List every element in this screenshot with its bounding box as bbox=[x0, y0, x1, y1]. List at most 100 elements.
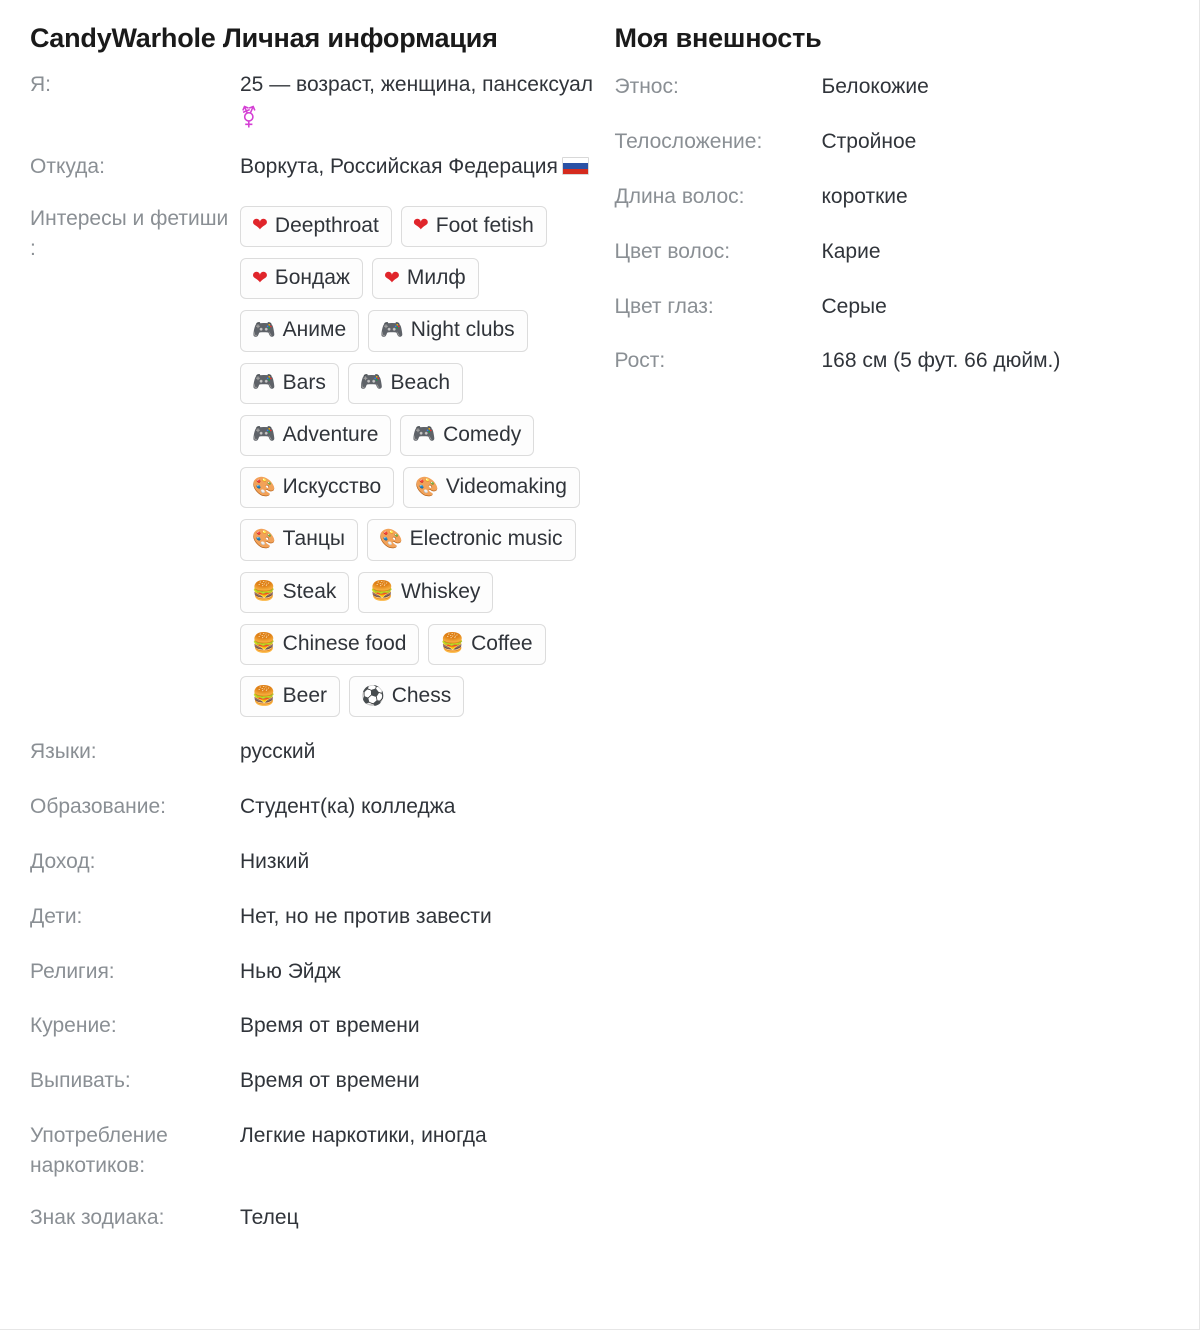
russia-flag-icon bbox=[561, 157, 589, 176]
heart-icon: ❤ bbox=[383, 266, 400, 289]
heart-icon: ❤ bbox=[252, 214, 268, 237]
interest-tag[interactable]: 🍔 Coffee bbox=[428, 623, 546, 666]
interest-tag[interactable]: 🎮 Аниме bbox=[240, 310, 360, 352]
interest-tag[interactable]: 🍔 Chinese food bbox=[240, 623, 420, 666]
row-label: Доход: bbox=[30, 849, 96, 873]
table-row: Длина волос: короткие bbox=[615, 182, 1200, 237]
interest-tag-label: Chess bbox=[391, 684, 452, 708]
interest-tag-label: Chinese food bbox=[282, 631, 407, 655]
table-row: Цвет глаз: Серые bbox=[615, 292, 1200, 347]
interest-tag[interactable]: 🎮 Comedy bbox=[400, 414, 535, 457]
interest-tag[interactable]: ❤ Foot fetish bbox=[400, 205, 547, 248]
row-label: Выпивать: bbox=[30, 1069, 131, 1093]
row-value: 168 см (5 фут. 66 дюйм.) bbox=[821, 349, 1061, 373]
row-label: Рост: bbox=[614, 349, 666, 373]
row-label: Длина волос: bbox=[614, 185, 745, 209]
row-value: короткие bbox=[821, 185, 908, 209]
interest-tag[interactable]: 🎨 Videomaking bbox=[403, 467, 580, 509]
row-value: Нет, но не против завести bbox=[240, 904, 492, 928]
burger-icon: 🍔 bbox=[252, 580, 276, 603]
row-value: Белокожие bbox=[821, 75, 929, 99]
table-row: Знак зодиака: Телец bbox=[30, 1203, 600, 1258]
table-row: Языки: русский bbox=[30, 737, 600, 792]
interest-tag-label: Бондаж bbox=[274, 266, 350, 290]
interest-tag-label: Steak bbox=[282, 579, 337, 603]
interest-tag-label: Night clubs bbox=[410, 318, 515, 342]
table-row: Откуда: Воркута, Российская Федерация bbox=[30, 152, 600, 204]
row-label: Цвет глаз: bbox=[614, 294, 714, 318]
interest-tag-label: Foot fetish bbox=[435, 213, 534, 237]
interest-tag[interactable]: ❤ Бондаж bbox=[240, 258, 363, 300]
interest-tag[interactable]: ❤ Милф bbox=[371, 258, 479, 300]
table-row: Я: 25 — возраст, женщина, пансексуал ⚧ bbox=[30, 70, 600, 152]
row-value: 25 — возраст, женщина, пансексуал ⚧ bbox=[240, 70, 600, 152]
row-value-text: Воркута, Российская Федерация bbox=[240, 155, 558, 179]
row-label: Телосложение: bbox=[614, 130, 763, 154]
appearance-title: Моя внешность bbox=[614, 23, 822, 53]
row-value: русский bbox=[240, 740, 316, 764]
row-label: Я: bbox=[30, 73, 51, 97]
interest-tag[interactable]: 🎮 Beach bbox=[347, 362, 464, 404]
interest-tag-label: Аниме bbox=[282, 318, 347, 342]
row-value: Низкий bbox=[240, 849, 310, 873]
interest-tag[interactable]: ❤ Deepthroat bbox=[240, 205, 392, 248]
table-row: Выпивать: Время от времени bbox=[30, 1066, 600, 1121]
gamepad-icon: 🎮 bbox=[412, 423, 437, 446]
interest-tag-label: Comedy bbox=[443, 422, 522, 446]
interests-tag-list: ❤ Deepthroat ❤ Foot fetish ❤ Бондаж ❤ Милф 🎮 Аним… bbox=[240, 205, 585, 718]
interest-tag-label: Whiskey bbox=[401, 579, 481, 603]
pansexual-symbol-icon: ⚧ bbox=[240, 105, 258, 130]
row-value: Воркута, Российская Федерация bbox=[240, 152, 600, 204]
interest-tag[interactable]: 🎨 Танцы bbox=[240, 519, 358, 561]
interest-tag-label: Adventure bbox=[282, 422, 379, 446]
row-label: Этнос: bbox=[614, 75, 679, 99]
profile-page: CandyWarhole Личная информация Я: 25 — в… bbox=[0, 0, 1200, 1330]
interest-tag[interactable]: 🎮 Adventure bbox=[240, 414, 392, 457]
row-label: Откуда: bbox=[30, 155, 105, 179]
gamepad-icon: 🎮 bbox=[252, 371, 276, 394]
interest-tag-label: Videomaking bbox=[445, 475, 567, 499]
table-row: Употребление наркотиков: Легкие наркотик… bbox=[30, 1121, 600, 1203]
palette-icon: 🎨 bbox=[252, 527, 276, 550]
profile-columns: CandyWarhole Личная информация Я: 25 — в… bbox=[0, 0, 1199, 1257]
burger-icon: 🍔 bbox=[370, 580, 395, 603]
palette-icon: 🎨 bbox=[378, 527, 403, 550]
row-label: Знак зодиака: bbox=[30, 1205, 165, 1229]
gamepad-icon: 🎮 bbox=[252, 423, 276, 446]
interest-tag-label: Танцы bbox=[282, 527, 345, 551]
row-value: ❤ Deepthroat ❤ Foot fetish ❤ Бондаж ❤ Милф 🎮 Аним… bbox=[240, 204, 600, 738]
interest-tag[interactable]: 🎮 Night clubs bbox=[368, 310, 528, 352]
gamepad-icon: 🎮 bbox=[380, 318, 404, 341]
row-label: Курение: bbox=[30, 1014, 117, 1038]
interest-tag[interactable]: 🍔 Whiskey bbox=[358, 571, 494, 613]
row-value: Легкие наркотики, иногда bbox=[240, 1124, 487, 1148]
row-value: Карие bbox=[821, 239, 881, 263]
table-row: Образование: Студент(ка) колледжа bbox=[30, 792, 600, 847]
interest-tag[interactable]: ⚽ Chess bbox=[349, 676, 465, 718]
interest-tag[interactable]: 🍔 Steak bbox=[240, 571, 350, 613]
burger-icon: 🍔 bbox=[440, 632, 465, 655]
burger-icon: 🍔 bbox=[252, 632, 276, 655]
row-label: Употребление наркотиков: bbox=[30, 1124, 168, 1177]
row-label: Религия: bbox=[30, 959, 115, 983]
interest-tag[interactable]: 🎨 Electronic music bbox=[366, 519, 576, 561]
interest-tag-label: Coffee bbox=[471, 631, 533, 655]
row-value-text: 25 — возраст, женщина, пансексуал bbox=[240, 73, 594, 97]
heart-icon: ❤ bbox=[252, 266, 268, 289]
table-row: Цвет волос: Карие bbox=[615, 237, 1200, 292]
table-row: Этнос: Белокожие bbox=[615, 72, 1200, 127]
interest-tag-label: Bars bbox=[282, 370, 326, 394]
row-value: Стройное bbox=[821, 130, 917, 154]
appearance-table: Этнос: Белокожие Телосложение: Стройное … bbox=[615, 72, 1200, 401]
interest-tag[interactable]: 🎮 Bars bbox=[240, 362, 339, 404]
appearance-column: Моя внешность Этнос: Белокожие Телосложе… bbox=[600, 22, 1200, 401]
interest-tag-label: Electronic music bbox=[409, 527, 563, 551]
row-value: Телец bbox=[240, 1205, 299, 1229]
personal-info-table: Я: 25 — возраст, женщина, пансексуал ⚧ О… bbox=[30, 70, 600, 1257]
interest-tag-label: Deepthroat bbox=[274, 213, 379, 237]
row-value: Время от времени bbox=[240, 1069, 420, 1093]
interest-tag[interactable]: 🍔 Beer bbox=[240, 676, 341, 718]
interest-tag[interactable]: 🎨 Искусство bbox=[240, 467, 395, 509]
table-row: Дети: Нет, но не против завести bbox=[30, 902, 600, 957]
row-value: Нью Эйдж bbox=[240, 959, 341, 983]
